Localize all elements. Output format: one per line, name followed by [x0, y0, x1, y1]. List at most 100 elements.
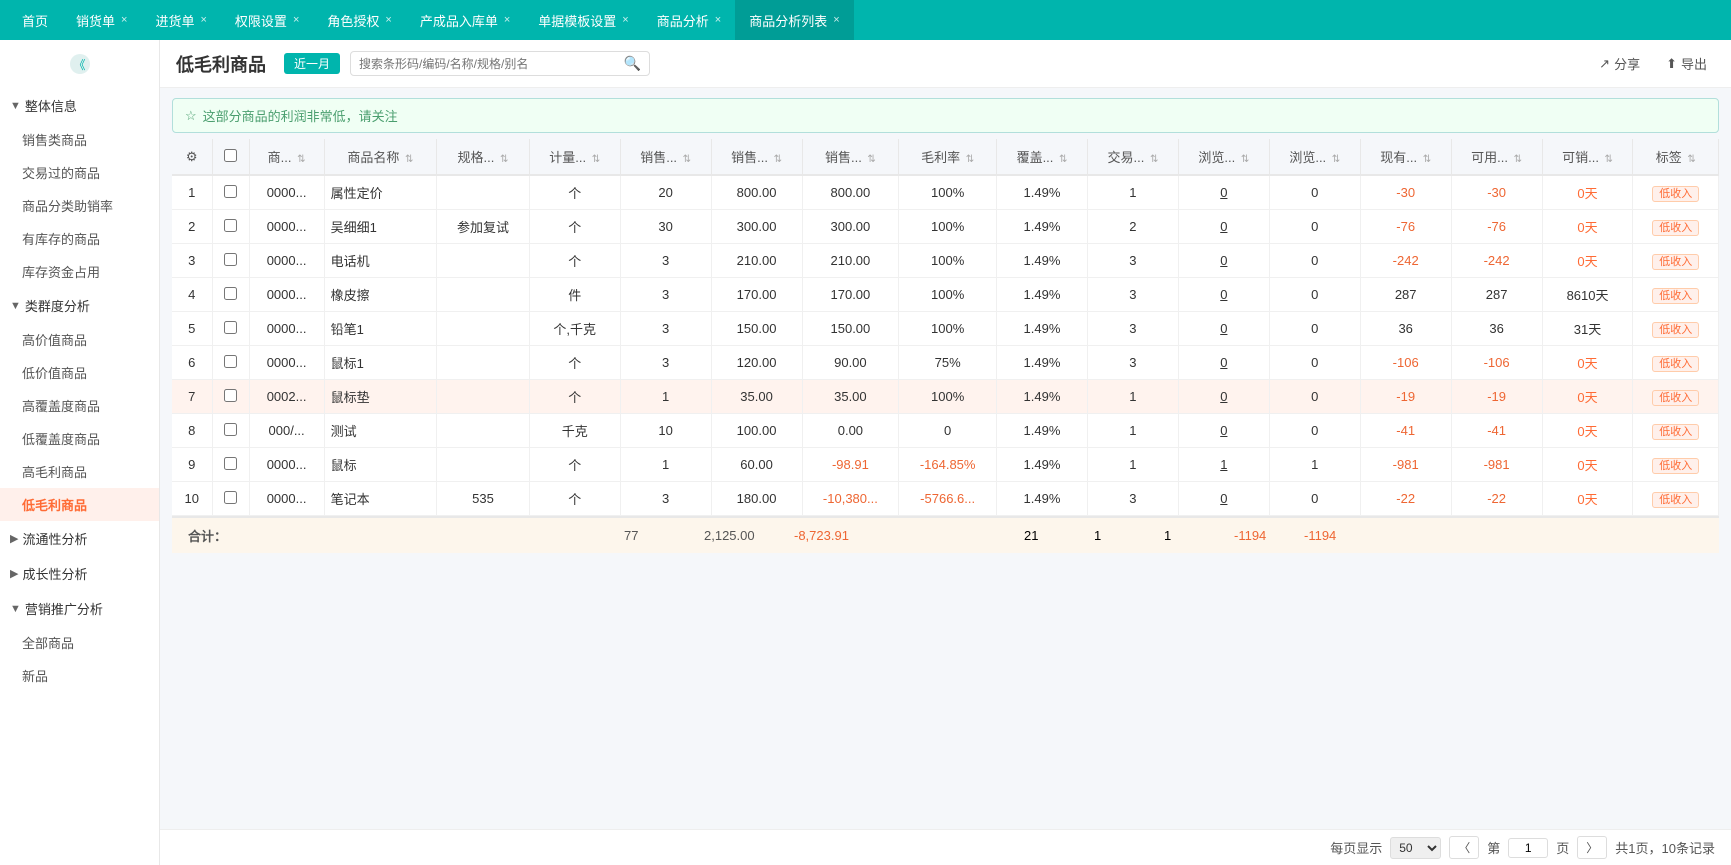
cell-checkbox[interactable]: [212, 414, 249, 448]
col-sales-profit[interactable]: 销售... ⇅: [802, 139, 899, 175]
sidebar-collapse-btn[interactable]: 《: [70, 54, 90, 74]
cell-view1[interactable]: 0: [1178, 278, 1269, 312]
row-checkbox-0[interactable]: [224, 185, 237, 198]
sidebar-item-low-coverage[interactable]: 低覆盖度商品: [0, 422, 159, 455]
col-transaction[interactable]: 交易... ⇅: [1087, 139, 1178, 175]
cell-view1[interactable]: 0: [1178, 175, 1269, 210]
col-spec[interactable]: 规格... ⇅: [437, 139, 530, 175]
nav-close-analysis-list[interactable]: ×: [833, 14, 839, 26]
col-coverage[interactable]: 覆盖... ⇅: [997, 139, 1088, 175]
cell-checkbox[interactable]: [212, 380, 249, 414]
col-settings[interactable]: ⚙: [172, 139, 212, 175]
col-view2[interactable]: 浏览... ⇅: [1269, 139, 1360, 175]
col-sales-amount[interactable]: 销售... ⇅: [711, 139, 802, 175]
sidebar-group-cluster[interactable]: ▼ 类群度分析: [0, 288, 159, 323]
cell-checkbox[interactable]: [212, 448, 249, 482]
col-saleable[interactable]: 可销... ⇅: [1542, 139, 1633, 175]
cell-view1[interactable]: 0: [1178, 312, 1269, 346]
nav-item-analysis[interactable]: 商品分析 ×: [643, 0, 735, 40]
nav-close-sales[interactable]: ×: [121, 14, 127, 26]
cell-view1[interactable]: 0: [1178, 210, 1269, 244]
col-name[interactable]: 商品名称 ⇅: [324, 139, 437, 175]
prev-page-btn[interactable]: 〈: [1449, 836, 1479, 859]
search-box[interactable]: 🔍: [350, 51, 650, 76]
row-checkbox-8[interactable]: [224, 457, 237, 470]
cell-view1[interactable]: 0: [1178, 482, 1269, 516]
arrow-marketing: ▼: [10, 603, 21, 615]
nav-close-purchase[interactable]: ×: [200, 14, 206, 26]
nav-close-roles[interactable]: ×: [385, 14, 391, 26]
search-input[interactable]: [359, 57, 624, 71]
cell-view1[interactable]: 0: [1178, 244, 1269, 278]
col-code[interactable]: 商... ⇅: [249, 139, 324, 175]
sidebar-group-marketing[interactable]: ▼ 营销推广分析: [0, 591, 159, 626]
row-checkbox-9[interactable]: [224, 491, 237, 504]
col-margin[interactable]: 毛利率 ⇅: [899, 139, 997, 175]
col-available[interactable]: 可用... ⇅: [1451, 139, 1542, 175]
cell-checkbox[interactable]: [212, 244, 249, 278]
row-checkbox-7[interactable]: [224, 423, 237, 436]
select-all-checkbox[interactable]: [224, 149, 237, 162]
sidebar-group-overall[interactable]: ▼ 整体信息: [0, 88, 159, 123]
row-checkbox-4[interactable]: [224, 321, 237, 334]
page-size-select[interactable]: 50 100 200: [1390, 837, 1441, 859]
sidebar-item-category-rate[interactable]: 商品分类助销率: [0, 189, 159, 222]
cell-checkbox[interactable]: [212, 175, 249, 210]
cell-view1[interactable]: 0: [1178, 414, 1269, 448]
cell-checkbox[interactable]: [212, 482, 249, 516]
cell-no: 8: [172, 414, 212, 448]
nav-close-templates[interactable]: ×: [622, 14, 628, 26]
col-sales-qty[interactable]: 销售... ⇅: [620, 139, 711, 175]
nav-item-purchase[interactable]: 进货单 ×: [141, 0, 220, 40]
nav-item-home[interactable]: 首页: [8, 0, 62, 40]
nav-item-products[interactable]: 产成品入库单 ×: [406, 0, 524, 40]
search-icon[interactable]: 🔍: [624, 55, 641, 72]
col-current[interactable]: 现有... ⇅: [1360, 139, 1451, 175]
sidebar-item-sales-goods[interactable]: 销售类商品: [0, 123, 159, 156]
col-checkbox[interactable]: [212, 139, 249, 175]
row-checkbox-3[interactable]: [224, 287, 237, 300]
export-button[interactable]: ⬆ 导出: [1658, 50, 1715, 77]
row-checkbox-6[interactable]: [224, 389, 237, 402]
sidebar-item-high-coverage[interactable]: 高覆盖度商品: [0, 389, 159, 422]
sidebar-item-high-margin[interactable]: 高毛利商品: [0, 455, 159, 488]
row-checkbox-2[interactable]: [224, 253, 237, 266]
cell-view1[interactable]: 1: [1178, 448, 1269, 482]
cell-view1[interactable]: 0: [1178, 346, 1269, 380]
cell-code: 000/...: [249, 414, 324, 448]
sidebar-item-new-goods[interactable]: 新品: [0, 659, 159, 692]
nav-close-permissions[interactable]: ×: [293, 14, 299, 26]
nav-item-roles[interactable]: 角色授权 ×: [313, 0, 405, 40]
cell-view1[interactable]: 0: [1178, 380, 1269, 414]
nav-item-sales[interactable]: 销货单 ×: [62, 0, 141, 40]
col-tag[interactable]: 标签 ⇅: [1633, 139, 1719, 175]
page-number-input[interactable]: [1508, 838, 1548, 858]
sidebar-item-inventory-capital[interactable]: 库存资金占用: [0, 255, 159, 288]
cell-checkbox[interactable]: [212, 278, 249, 312]
nav-close-analysis[interactable]: ×: [715, 14, 721, 26]
sidebar-item-low-margin[interactable]: 低毛利商品: [0, 488, 159, 521]
nav-item-templates[interactable]: 单据模板设置 ×: [524, 0, 642, 40]
cell-unit: 个: [529, 380, 620, 414]
sidebar-group-growth[interactable]: ▶ 成长性分析: [0, 556, 159, 591]
sidebar-item-low-value[interactable]: 低价值商品: [0, 356, 159, 389]
row-checkbox-5[interactable]: [224, 355, 237, 368]
period-tag[interactable]: 近一月: [284, 53, 340, 74]
sidebar-group-flow[interactable]: ▶ 流通性分析: [0, 521, 159, 556]
col-unit[interactable]: 计量... ⇅: [529, 139, 620, 175]
cell-checkbox[interactable]: [212, 210, 249, 244]
nav-close-products[interactable]: ×: [504, 14, 510, 26]
row-checkbox-1[interactable]: [224, 219, 237, 232]
cell-code: 0000...: [249, 482, 324, 516]
next-page-btn[interactable]: 〉: [1577, 836, 1607, 859]
sidebar-item-inventory-goods[interactable]: 有库存的商品: [0, 222, 159, 255]
sidebar-item-all-goods[interactable]: 全部商品: [0, 626, 159, 659]
sidebar-item-traded-goods[interactable]: 交易过的商品: [0, 156, 159, 189]
cell-checkbox[interactable]: [212, 312, 249, 346]
nav-item-analysis-list[interactable]: 商品分析列表 ×: [735, 0, 853, 40]
share-button[interactable]: ↗ 分享: [1591, 50, 1648, 77]
sidebar-item-high-value[interactable]: 高价值商品: [0, 323, 159, 356]
cell-checkbox[interactable]: [212, 346, 249, 380]
nav-item-permissions[interactable]: 权限设置 ×: [221, 0, 313, 40]
col-view1[interactable]: 浏览... ⇅: [1178, 139, 1269, 175]
